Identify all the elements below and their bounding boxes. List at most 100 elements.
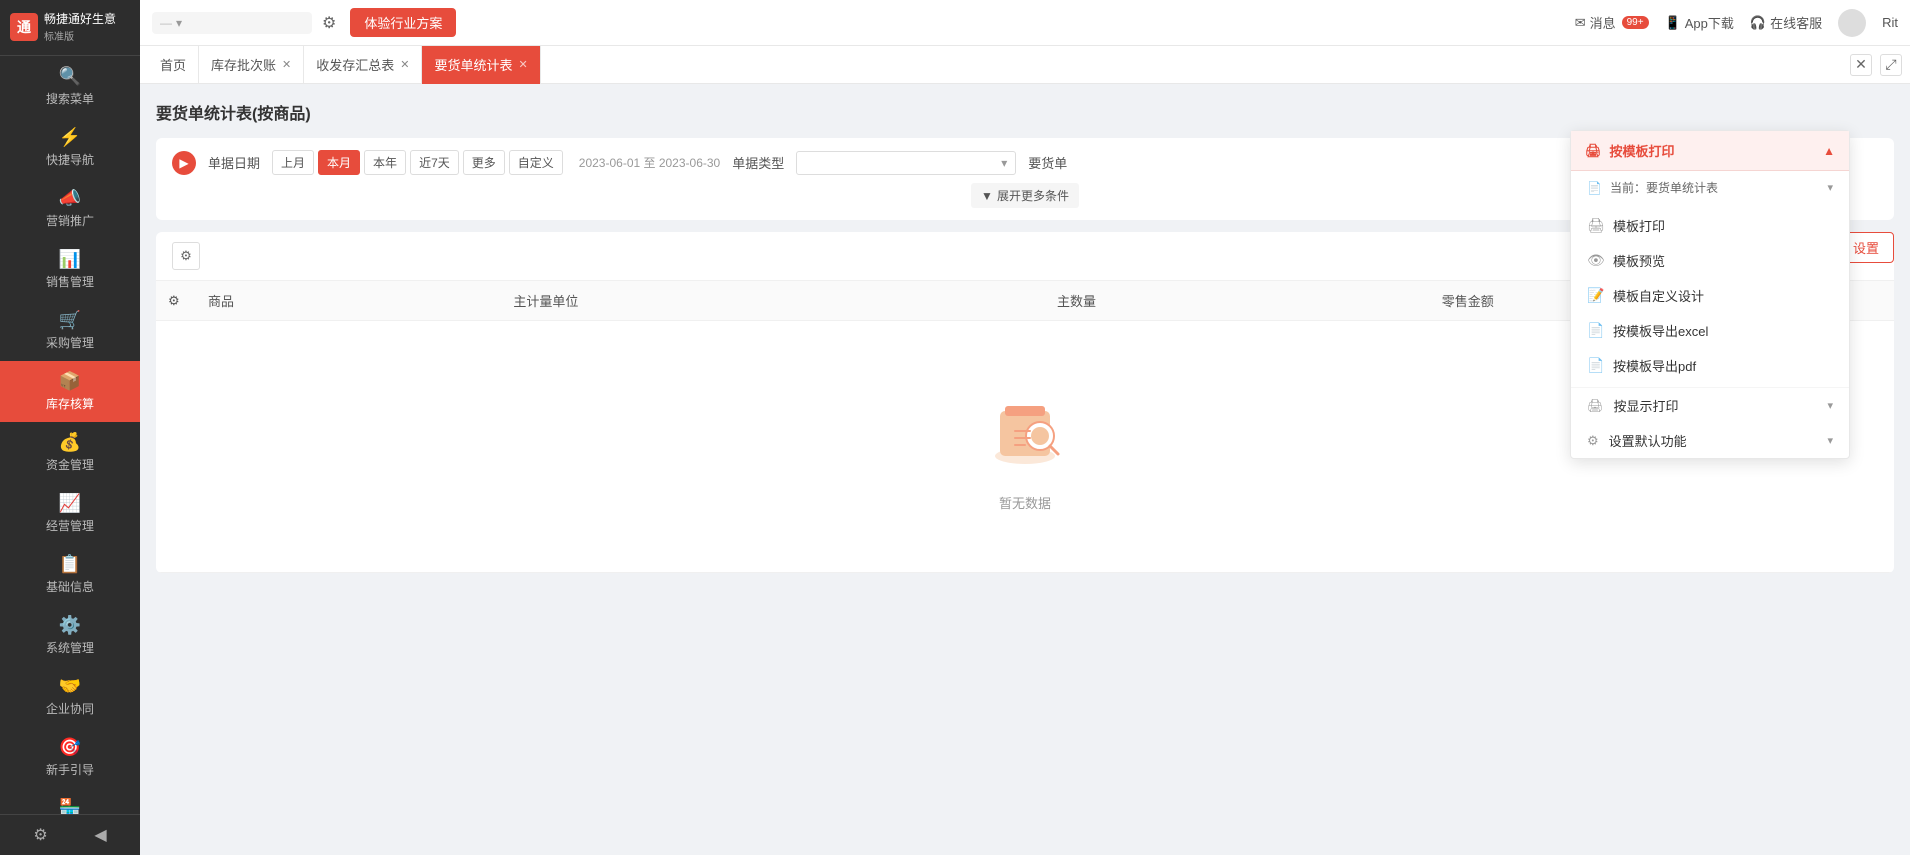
- print-dropdown: 🖨 按模板打印 ▲ 📄 当前：要货单统计表 ▾ 🖨 模板打印 👁 模板预览: [1570, 130, 1850, 459]
- date-buttons: 上月 本月 本年 近7天 更多 自定义: [272, 150, 563, 175]
- order-type-label: 要货单: [1028, 153, 1067, 172]
- print-dropdown-item-3[interactable]: 📄 按模板导出excel: [1571, 313, 1849, 348]
- main-area: — ▾ ⚙ 体验行业方案 ✉ 消息 99+ 📱 App下载 🎧 在线客服 Rit: [140, 0, 1910, 855]
- table-settings-icon-btn[interactable]: ⚙: [172, 242, 200, 270]
- date-btn-custom[interactable]: 自定义: [509, 150, 563, 175]
- topbar: — ▾ ⚙ 体验行业方案 ✉ 消息 99+ 📱 App下载 🎧 在线客服 Rit: [140, 0, 1910, 46]
- empty-icon: [975, 381, 1075, 481]
- date-btn-more[interactable]: 更多: [463, 150, 505, 175]
- guide-icon: 🎯: [59, 737, 81, 758]
- tab-order-stats-label: 要货单统计表: [434, 55, 512, 74]
- operation-icon: 📈: [59, 493, 81, 514]
- sidebar-item-finance[interactable]: 💰 资金管理: [0, 422, 140, 483]
- template-preview-icon: 👁: [1587, 252, 1603, 269]
- marketing-icon: 📣: [59, 188, 81, 209]
- date-btn-this-month[interactable]: 本月: [318, 150, 360, 175]
- user-avatar[interactable]: [1838, 9, 1866, 37]
- print-dropdown-header[interactable]: 🖨 按模板打印 ▲: [1571, 131, 1849, 171]
- messages-btn[interactable]: ✉ 消息 99+: [1575, 13, 1649, 32]
- display-print-left: 🖨 按显示打印: [1587, 396, 1679, 415]
- current-template-label[interactable]: 📄 当前：要货单统计表 ▾: [1571, 171, 1849, 204]
- app-download-btn[interactable]: 📱 App下载: [1665, 13, 1734, 32]
- settings-footer-btn[interactable]: ⚙: [33, 825, 47, 845]
- sidebar-item-sales[interactable]: 📊 销售管理: [0, 239, 140, 300]
- tab-maximize-btn[interactable]: ⤢: [1880, 54, 1902, 76]
- date-btn-last-month[interactable]: 上月: [272, 150, 314, 175]
- sidebar-item-marketing[interactable]: 📣 营销推广: [0, 178, 140, 239]
- sidebar-item-label: 搜索菜单: [46, 90, 94, 107]
- set-default-left: ⚙ 设置默认功能: [1587, 431, 1687, 450]
- sidebar-footer: ⚙ ◀: [0, 814, 140, 855]
- topbar-right: ✉ 消息 99+ 📱 App下载 🎧 在线客服 Rit: [1575, 9, 1898, 37]
- topbar-gear-icon[interactable]: ⚙: [322, 13, 336, 33]
- current-template-text: 当前：要货单统计表: [1610, 179, 1718, 196]
- print-dropdown-items: 🖨 模板打印 👁 模板预览 📝 模板自定义设计 📄 按模板导出excel 📄 按…: [1571, 204, 1849, 388]
- tab-order-stats[interactable]: 要货单统计表 ✕: [422, 46, 540, 84]
- inventory-icon: 📦: [59, 371, 81, 392]
- display-print-label: 按显示打印: [1614, 396, 1679, 415]
- message-icon: ✉: [1575, 15, 1586, 31]
- online-service-btn[interactable]: 🎧 在线客服: [1750, 13, 1822, 32]
- sidebar-item-purchase[interactable]: 🛒 采购管理: [0, 300, 140, 361]
- sidebar-item-guide[interactable]: 🎯 新手引导: [0, 727, 140, 788]
- template-pdf-label: 按模板导出pdf: [1613, 356, 1696, 375]
- print-dropdown-item-2[interactable]: 📝 模板自定义设计: [1571, 278, 1849, 313]
- display-print-item[interactable]: 🖨 按显示打印 ▾: [1571, 388, 1849, 423]
- tab-home[interactable]: 首页: [148, 46, 199, 84]
- tab-collect-summary-close[interactable]: ✕: [400, 58, 409, 71]
- experience-btn[interactable]: 体验行业方案: [350, 8, 456, 37]
- sidebar-item-appstore[interactable]: 🏪 应用中心: [0, 788, 140, 814]
- sidebar-item-inventory[interactable]: 📦 库存核算: [0, 361, 140, 422]
- page-title: 要货单统计表(按商品): [156, 100, 1894, 124]
- type-select[interactable]: ▾: [796, 151, 1016, 175]
- set-default-item[interactable]: ⚙ 设置默认功能 ▾: [1571, 423, 1849, 458]
- sidebar-item-operation[interactable]: 📈 经营管理: [0, 483, 140, 544]
- sidebar-item-label: 经营管理: [46, 517, 94, 534]
- display-print-arrow-icon: ▾: [1827, 399, 1833, 412]
- tab-home-label: 首页: [160, 55, 186, 74]
- tab-order-stats-close[interactable]: ✕: [519, 58, 528, 71]
- filter-toggle-btn[interactable]: ▶: [172, 151, 196, 175]
- print-dropdown-arrow-icon: ▲: [1823, 144, 1835, 158]
- sidebar-item-label: 快捷导航: [46, 151, 94, 168]
- sidebar-item-collab[interactable]: 🤝 企业协同: [0, 666, 140, 727]
- purchase-icon: 🛒: [59, 310, 81, 331]
- tabs-right-controls: ✕ ⤢: [1850, 54, 1902, 76]
- template-excel-label: 按模板导出excel: [1613, 321, 1708, 340]
- sidebar-item-system[interactable]: ⚙️ 系统管理: [0, 605, 140, 666]
- col-settings[interactable]: ⚙: [156, 281, 196, 321]
- template-design-icon: 📝: [1587, 287, 1603, 304]
- basic-icon: 📋: [59, 554, 81, 575]
- date-range-text: 2023-06-01 至 2023-06-30: [579, 154, 720, 171]
- print-dropdown-item-1[interactable]: 👁 模板预览: [1571, 243, 1849, 278]
- tab-inventory-batch[interactable]: 库存批次账 ✕: [199, 46, 304, 84]
- sidebar-item-quick-nav[interactable]: ⚡ 快捷导航: [0, 117, 140, 178]
- tab-collect-summary[interactable]: 收发存汇总表 ✕: [304, 46, 422, 84]
- tab-collect-summary-label: 收发存汇总表: [316, 55, 394, 74]
- sidebar-item-basic[interactable]: 📋 基础信息: [0, 544, 140, 605]
- type-select-arrow-icon: ▾: [1001, 156, 1007, 170]
- date-btn-7days[interactable]: 近7天: [410, 150, 459, 175]
- print-dropdown-item-4[interactable]: 📄 按模板导出pdf: [1571, 348, 1849, 383]
- sidebar-item-label: 资金管理: [46, 456, 94, 473]
- sidebar-item-label: 系统管理: [46, 639, 94, 656]
- print-dropdown-item-0[interactable]: 🖨 模板打印: [1571, 208, 1849, 243]
- template-design-label: 模板自定义设计: [1613, 286, 1704, 305]
- print-dropdown-icon: 🖨: [1585, 143, 1602, 159]
- sidebar-menu: 🔍 搜索菜单 ⚡ 快捷导航 📣 营销推广 📊 销售管理 🛒 采购管理 📦 库存核…: [0, 56, 140, 814]
- sidebar: 通 畅捷通好生意 标准版 🔍 搜索菜单 ⚡ 快捷导航 📣 营销推广 📊 销售管理…: [0, 0, 140, 855]
- topbar-search-input[interactable]: — ▾: [152, 12, 312, 34]
- expand-more-btn[interactable]: ▼ 展开更多条件: [971, 183, 1079, 208]
- template-preview-label: 模板预览: [1613, 251, 1665, 270]
- tab-inventory-batch-label: 库存批次账: [211, 55, 276, 74]
- set-default-label: 设置默认功能: [1609, 431, 1687, 450]
- sidebar-logo: 通 畅捷通好生意 标准版: [0, 0, 140, 56]
- expand-down-icon: ▼: [981, 189, 993, 203]
- sidebar-item-search[interactable]: 🔍 搜索菜单: [0, 56, 140, 117]
- date-btn-this-year[interactable]: 本年: [364, 150, 406, 175]
- set-default-icon: ⚙: [1587, 433, 1599, 449]
- tab-inventory-batch-close[interactable]: ✕: [282, 58, 291, 71]
- expand-label: 展开更多条件: [997, 187, 1069, 204]
- tab-close-btn[interactable]: ✕: [1850, 54, 1872, 76]
- collapse-footer-btn[interactable]: ◀: [94, 825, 106, 845]
